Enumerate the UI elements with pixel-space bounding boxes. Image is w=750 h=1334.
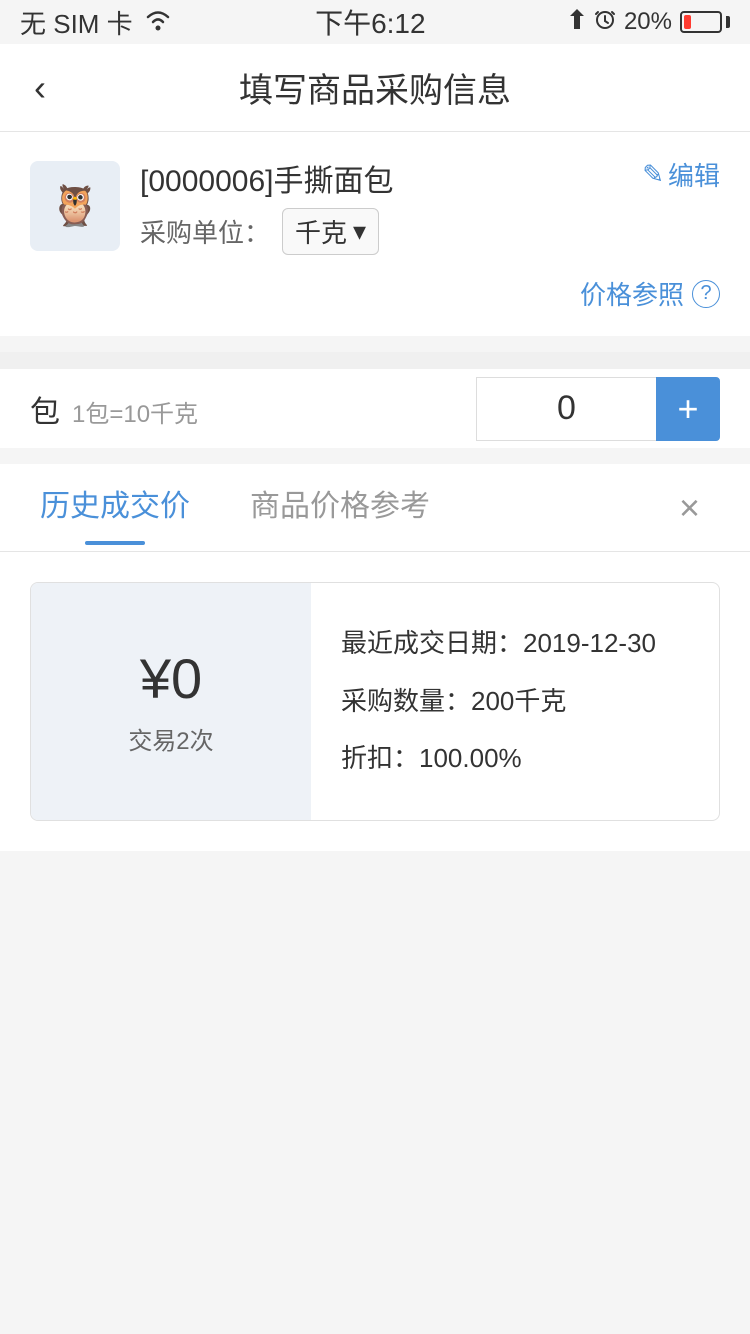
product-unit-row: 采购单位： 千克 ▾ xyxy=(140,208,393,255)
edit-link[interactable]: ✎ 编辑 xyxy=(642,156,720,193)
price-currency: ¥ xyxy=(140,647,171,710)
location-icon xyxy=(568,8,586,37)
quantity-label-group: 包 1包=10千克 xyxy=(30,387,198,431)
close-icon: × xyxy=(679,487,700,528)
price-ref-link[interactable]: 价格参照 ? xyxy=(580,275,720,312)
price-detail-qty-label: 采购数量： xyxy=(341,686,471,716)
price-ref-label: 价格参照 xyxy=(580,275,684,312)
quantity-input-group: + xyxy=(476,377,720,441)
price-detail-qty: 采购数量：200千克 xyxy=(341,681,689,723)
quantity-input[interactable] xyxy=(476,377,656,441)
product-card: 🦉 [0000006]手撕面包 采购单位： 千克 ▾ ✎ 编辑 价格参照 ? xyxy=(0,132,750,336)
price-card-right: 最近成交日期：2019-12-30 采购数量：200千克 折扣：100.00% xyxy=(311,583,719,820)
tabs-list: 历史成交价 商品价格参考 xyxy=(40,481,430,535)
edit-pencil-icon: ✎ xyxy=(642,159,664,190)
tab-reference-label: 商品价格参考 xyxy=(250,490,430,523)
quantity-section: 包 1包=10千克 + xyxy=(0,368,750,448)
edit-label: 编辑 xyxy=(668,156,720,193)
quantity-plus-button[interactable]: + xyxy=(656,377,720,441)
tabs-panel: 历史成交价 商品价格参考 × ¥0 交易2次 最近成交日期：2019-12-30 xyxy=(0,464,750,851)
page-title: 填写商品采购信息 xyxy=(239,63,511,112)
price-trade-count: 交易2次 xyxy=(128,721,213,756)
tab-history[interactable]: 历史成交价 xyxy=(40,481,190,535)
tab-reference[interactable]: 商品价格参考 xyxy=(250,481,430,535)
status-time: 下午6:12 xyxy=(315,2,426,42)
price-detail-date-value: 2019-12-30 xyxy=(523,628,656,658)
status-right: 20% xyxy=(568,8,730,37)
tab-history-label: 历史成交价 xyxy=(40,490,190,523)
quantity-unit: 包 xyxy=(30,387,60,431)
price-detail-discount-value: 100.00% xyxy=(419,743,522,773)
status-bar: 无 SIM 卡 下午6:12 20% xyxy=(0,0,750,44)
battery-icon xyxy=(680,11,730,33)
product-info: [0000006]手撕面包 采购单位： 千克 ▾ xyxy=(140,156,393,255)
price-detail-date: 最近成交日期：2019-12-30 xyxy=(341,623,689,665)
carrier-label: 无 SIM 卡 xyxy=(20,4,133,41)
product-left: 🦉 [0000006]手撕面包 采购单位： 千克 ▾ xyxy=(30,156,393,255)
tabs-header: 历史成交价 商品价格参考 × xyxy=(0,464,750,552)
price-detail-date-label: 最近成交日期： xyxy=(341,628,523,658)
price-card: ¥0 交易2次 最近成交日期：2019-12-30 采购数量：200千克 折扣：… xyxy=(30,582,720,821)
price-value: ¥0 xyxy=(140,646,202,711)
unit-value: 千克 xyxy=(295,213,347,250)
unit-dropdown-icon: ▾ xyxy=(353,216,366,247)
plus-icon: + xyxy=(677,388,698,430)
price-card-left: ¥0 交易2次 xyxy=(31,583,311,820)
battery-percent: 20% xyxy=(624,8,672,36)
price-detail-discount: 折扣：100.00% xyxy=(341,738,689,780)
price-ref-icon: ? xyxy=(692,280,720,308)
price-ref-row: 价格参照 ? xyxy=(30,275,720,312)
tab-content-history: ¥0 交易2次 最近成交日期：2019-12-30 采购数量：200千克 折扣：… xyxy=(0,552,750,851)
nav-bar: ‹ 填写商品采购信息 xyxy=(0,44,750,132)
wifi-icon xyxy=(143,7,173,38)
product-thumbnail: 🦉 xyxy=(30,161,120,251)
status-left: 无 SIM 卡 xyxy=(20,4,173,41)
product-name: [0000006]手撕面包 xyxy=(140,156,393,200)
unit-selector[interactable]: 千克 ▾ xyxy=(282,208,379,255)
price-amount: 0 xyxy=(171,647,202,710)
product-logo-icon: 🦉 xyxy=(50,182,100,229)
quantity-conversion: 1包=10千克 xyxy=(72,394,198,429)
product-header: 🦉 [0000006]手撕面包 采购单位： 千克 ▾ ✎ 编辑 xyxy=(30,156,720,255)
section-separator-1 xyxy=(0,352,750,368)
unit-label: 采购单位： xyxy=(140,213,270,250)
close-button[interactable]: × xyxy=(669,477,710,539)
alarm-icon xyxy=(594,8,616,37)
price-detail-qty-value: 200千克 xyxy=(471,686,566,716)
back-button[interactable]: ‹ xyxy=(24,57,56,119)
price-detail-discount-label: 折扣： xyxy=(341,743,419,773)
